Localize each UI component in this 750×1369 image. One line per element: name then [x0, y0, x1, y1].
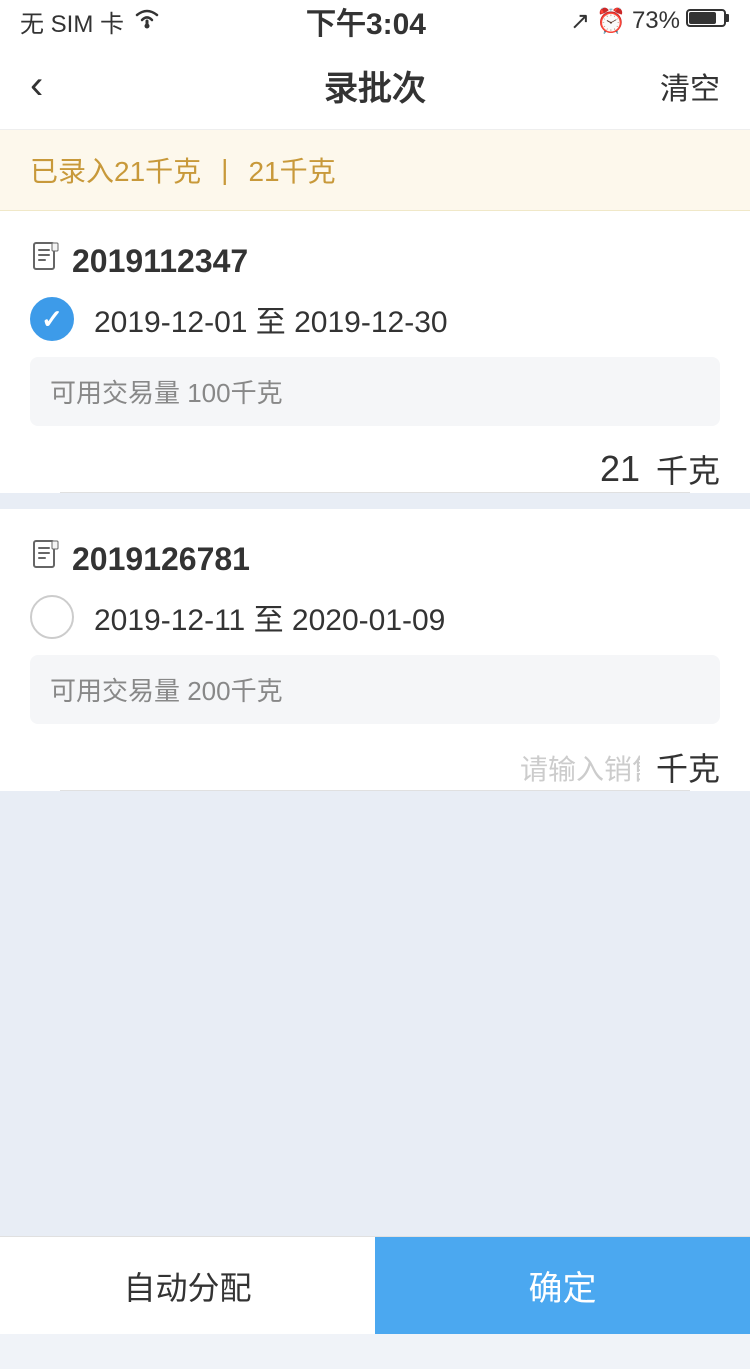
clear-button[interactable]: 清空 [660, 64, 720, 108]
nav-bar: ‹ 录批次 清空 [0, 42, 750, 130]
summary-amount: 21千克 [248, 150, 335, 190]
quantity-input-1[interactable] [520, 448, 640, 490]
location-icon: ↗ [570, 7, 590, 36]
batch-doc-icon-1 [30, 241, 62, 281]
confirm-button[interactable]: 确定 [375, 1237, 750, 1334]
wifi-icon [132, 7, 162, 36]
quantity-unit-2: 千克 [656, 744, 720, 790]
batch-date-1: 2019-12-01 至 2019-12-30 [94, 297, 448, 341]
batch-card-1: 2019112347 2019-12-01 至 2019-12-30 可用交易量… [0, 211, 750, 493]
section-sep-1 [0, 493, 750, 509]
page-title: 录批次 [324, 61, 426, 110]
batch-available-1: 可用交易量 100千克 [30, 357, 720, 426]
status-bar: 无 SIM 卡 下午3:04 ↗ ⏰ 73% [0, 0, 750, 42]
quantity-unit-1: 千克 [656, 446, 720, 492]
battery-text: 73% [632, 7, 680, 35]
auto-distribute-button[interactable]: 自动分配 [0, 1237, 375, 1334]
summary-banner: 已录入21千克 | 21千克 [0, 130, 750, 211]
empty-area [0, 791, 750, 1271]
battery-icon [686, 7, 730, 36]
status-time: 下午3:04 [306, 0, 426, 43]
back-button[interactable]: ‹ [30, 63, 90, 108]
alarm-icon: ⏰ [596, 7, 626, 36]
quantity-input-2[interactable] [520, 746, 640, 788]
batch-header-1: 2019112347 [30, 241, 720, 281]
status-right: ↗ ⏰ 73% [570, 7, 730, 36]
batch-id-1: 2019112347 [72, 243, 248, 280]
radio-1[interactable] [30, 297, 74, 341]
sim-status: 无 SIM 卡 [20, 4, 124, 39]
summary-divider: | [221, 154, 228, 186]
batch-date-row-2: 2019-12-11 至 2020-01-09 [30, 595, 720, 639]
recorded-label: 已录入21千克 [30, 150, 201, 190]
batch-doc-icon-2 [30, 539, 62, 579]
batch-quantity-row-2: 千克 [30, 724, 720, 790]
batch-id-2: 2019126781 [72, 541, 250, 578]
status-left: 无 SIM 卡 [20, 4, 162, 39]
bottom-bar: 自动分配 确定 [0, 1236, 750, 1334]
batch-date-row-1: 2019-12-01 至 2019-12-30 [30, 297, 720, 341]
batch-quantity-row-1: 千克 [30, 426, 720, 492]
content-wrapper: 2019112347 2019-12-01 至 2019-12-30 可用交易量… [0, 211, 750, 1369]
batch-date-2: 2019-12-11 至 2020-01-09 [94, 595, 445, 639]
radio-2[interactable] [30, 595, 74, 639]
batch-header-2: 2019126781 [30, 539, 720, 579]
batch-available-2: 可用交易量 200千克 [30, 655, 720, 724]
batch-card-2: 2019126781 2019-12-11 至 2020-01-09 可用交易量… [0, 509, 750, 791]
